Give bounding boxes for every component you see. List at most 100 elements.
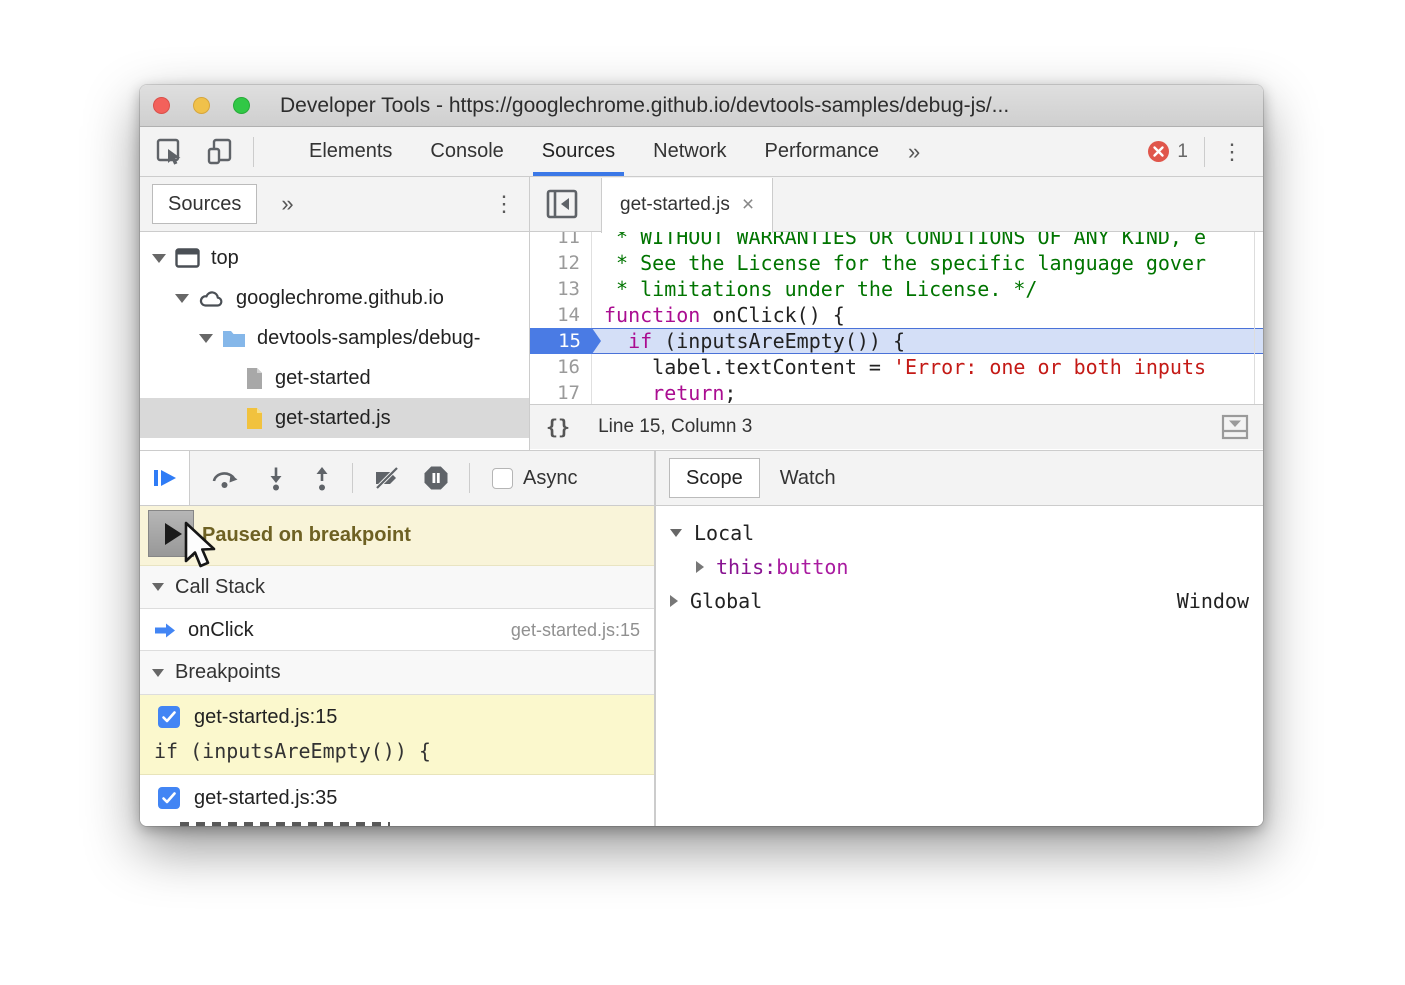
play-icon	[165, 523, 182, 545]
tab-sources[interactable]: Sources	[523, 127, 634, 176]
code-indent	[604, 329, 628, 353]
debugger-toolbar-divider	[352, 463, 353, 493]
expand-arrow-icon[interactable]	[199, 334, 213, 343]
tab-elements[interactable]: Elements	[290, 127, 411, 176]
property-separator: :	[764, 555, 776, 579]
expand-arrow-icon[interactable]	[152, 254, 166, 263]
step-out-button[interactable]	[312, 466, 332, 491]
breakpoint-checkbox-checked[interactable]	[158, 787, 180, 809]
step-out-icon	[312, 466, 332, 491]
more-tabs-icon[interactable]: »	[908, 139, 920, 165]
cursor-position: Line 15, Column 3	[598, 416, 752, 438]
line-number[interactable]: 13	[530, 276, 592, 302]
tree-item-file[interactable]: get-started	[140, 358, 529, 398]
scope-section-global[interactable]: Global Window	[656, 584, 1263, 618]
navigator-header: Sources » ⋮	[140, 177, 529, 232]
code-viewer: 11 * WITHOUT WARRANTIES OR CONDITIONS OF…	[530, 232, 1263, 404]
panel-tabs: Elements Console Sources Network Perform…	[290, 127, 898, 176]
deactivate-breakpoints-button[interactable]	[373, 466, 401, 490]
window-title: Developer Tools - https://googlechrome.g…	[280, 85, 1009, 127]
line-number[interactable]: 16	[530, 354, 592, 380]
line-number[interactable]: 17	[530, 380, 592, 404]
current-frame-arrow-icon	[154, 623, 176, 638]
main-menu-kebab-icon[interactable]: ⋮	[1221, 139, 1243, 165]
collapse-arrow-icon[interactable]	[152, 583, 164, 591]
hide-navigator-button[interactable]	[544, 186, 580, 222]
error-count: 1	[1177, 141, 1188, 163]
folder-icon	[222, 329, 246, 348]
error-badge-icon[interactable]	[1148, 141, 1169, 162]
call-stack-frame[interactable]: onClick get-started.js:15	[140, 609, 654, 651]
tree-item-file-selected[interactable]: get-started.js	[140, 398, 529, 438]
scope-section-value: Window	[1177, 589, 1249, 613]
toggle-drawer-button[interactable]	[1219, 411, 1251, 443]
navigator-more-tabs-icon[interactable]: »	[281, 191, 293, 217]
close-tab-icon[interactable]: ×	[742, 193, 754, 217]
code-line: 17 return;	[530, 380, 1263, 404]
collapse-arrow-icon[interactable]	[670, 529, 682, 537]
toolbar-divider	[1204, 137, 1205, 167]
breakpoint-line-number-badge[interactable]: 15	[530, 328, 592, 354]
main-toolbar: Elements Console Sources Network Perform…	[140, 127, 1263, 177]
breakpoint-entry[interactable]: get-started.js:35	[140, 775, 654, 826]
tab-performance[interactable]: Performance	[746, 127, 899, 176]
expand-arrow-icon[interactable]	[670, 595, 678, 607]
code-keyword: return	[652, 381, 724, 404]
tree-item-label: top	[211, 247, 239, 270]
tree-item-folder[interactable]: devtools-samples/debug-	[140, 318, 529, 358]
tree-item-top[interactable]: top	[140, 238, 529, 278]
tree-item-domain[interactable]: googlechrome.github.io	[140, 278, 529, 318]
close-window-button[interactable]	[153, 97, 170, 114]
device-toolbar-icon	[205, 137, 235, 167]
tab-console[interactable]: Console	[411, 127, 522, 176]
tab-scope[interactable]: Scope	[669, 458, 760, 498]
code-text: ;	[724, 381, 736, 404]
breakpoint-checkbox-checked[interactable]	[158, 706, 180, 728]
navigator-tab-sources[interactable]: Sources	[152, 184, 257, 224]
hide-navigator-icon	[546, 189, 578, 219]
pause-on-exceptions-button[interactable]	[423, 465, 449, 491]
expand-arrow-icon[interactable]	[175, 294, 189, 303]
file-icon	[245, 367, 264, 390]
scope-property-this[interactable]: this: button	[656, 550, 1263, 584]
zoom-window-button[interactable]	[233, 97, 250, 114]
code-text: label.textContent =	[604, 355, 893, 379]
step-over-icon	[210, 466, 240, 490]
line-number[interactable]: 11	[530, 232, 592, 250]
minimize-window-button[interactable]	[193, 97, 210, 114]
breakpoints-header[interactable]: Breakpoints	[140, 650, 654, 695]
expand-arrow-icon[interactable]	[696, 561, 704, 573]
toggle-device-toolbar-button[interactable]	[203, 135, 237, 169]
debugger-toolbar-divider	[469, 463, 470, 493]
editor-tab-get-started-js[interactable]: get-started.js ×	[601, 178, 773, 233]
scope-section-local[interactable]: Local	[656, 516, 1263, 550]
call-stack-title: Call Stack	[175, 576, 265, 599]
inspect-element-button[interactable]	[153, 135, 187, 169]
breakpoint-entry-active[interactable]: get-started.js:15 if (inputsAreEmpty()) …	[140, 695, 654, 775]
code-keyword: if	[628, 329, 652, 353]
pretty-print-button[interactable]: {}	[546, 415, 570, 439]
editor-scrollbar-track[interactable]	[1254, 232, 1255, 404]
checkmark-icon	[161, 710, 177, 724]
line-number[interactable]: 12	[530, 250, 592, 276]
resume-script-button[interactable]	[140, 451, 190, 505]
line-number[interactable]: 14	[530, 302, 592, 328]
navigator-kebab-icon[interactable]: ⋮	[493, 191, 515, 217]
frame-location: get-started.js:15	[511, 620, 640, 641]
breakpoint-label: get-started.js:35	[194, 787, 337, 810]
property-name: this	[716, 555, 764, 579]
async-checkbox[interactable]	[492, 468, 513, 489]
collapse-arrow-icon[interactable]	[152, 669, 164, 677]
tab-network[interactable]: Network	[634, 127, 745, 176]
code-line-execution: 15 if (inputsAreEmpty()) {	[530, 328, 1263, 354]
frame-icon	[175, 248, 200, 268]
cloud-icon	[198, 289, 225, 308]
step-into-button[interactable]	[266, 466, 286, 491]
step-over-button[interactable]	[210, 466, 240, 490]
tab-watch[interactable]: Watch	[780, 467, 836, 490]
code-string: 'Error: one or both inputs	[893, 355, 1206, 379]
toggle-drawer-icon	[1221, 414, 1249, 440]
mouse-cursor-icon	[182, 521, 218, 573]
tree-item-label: get-started	[275, 367, 371, 390]
tree-item-label: googlechrome.github.io	[236, 287, 444, 310]
